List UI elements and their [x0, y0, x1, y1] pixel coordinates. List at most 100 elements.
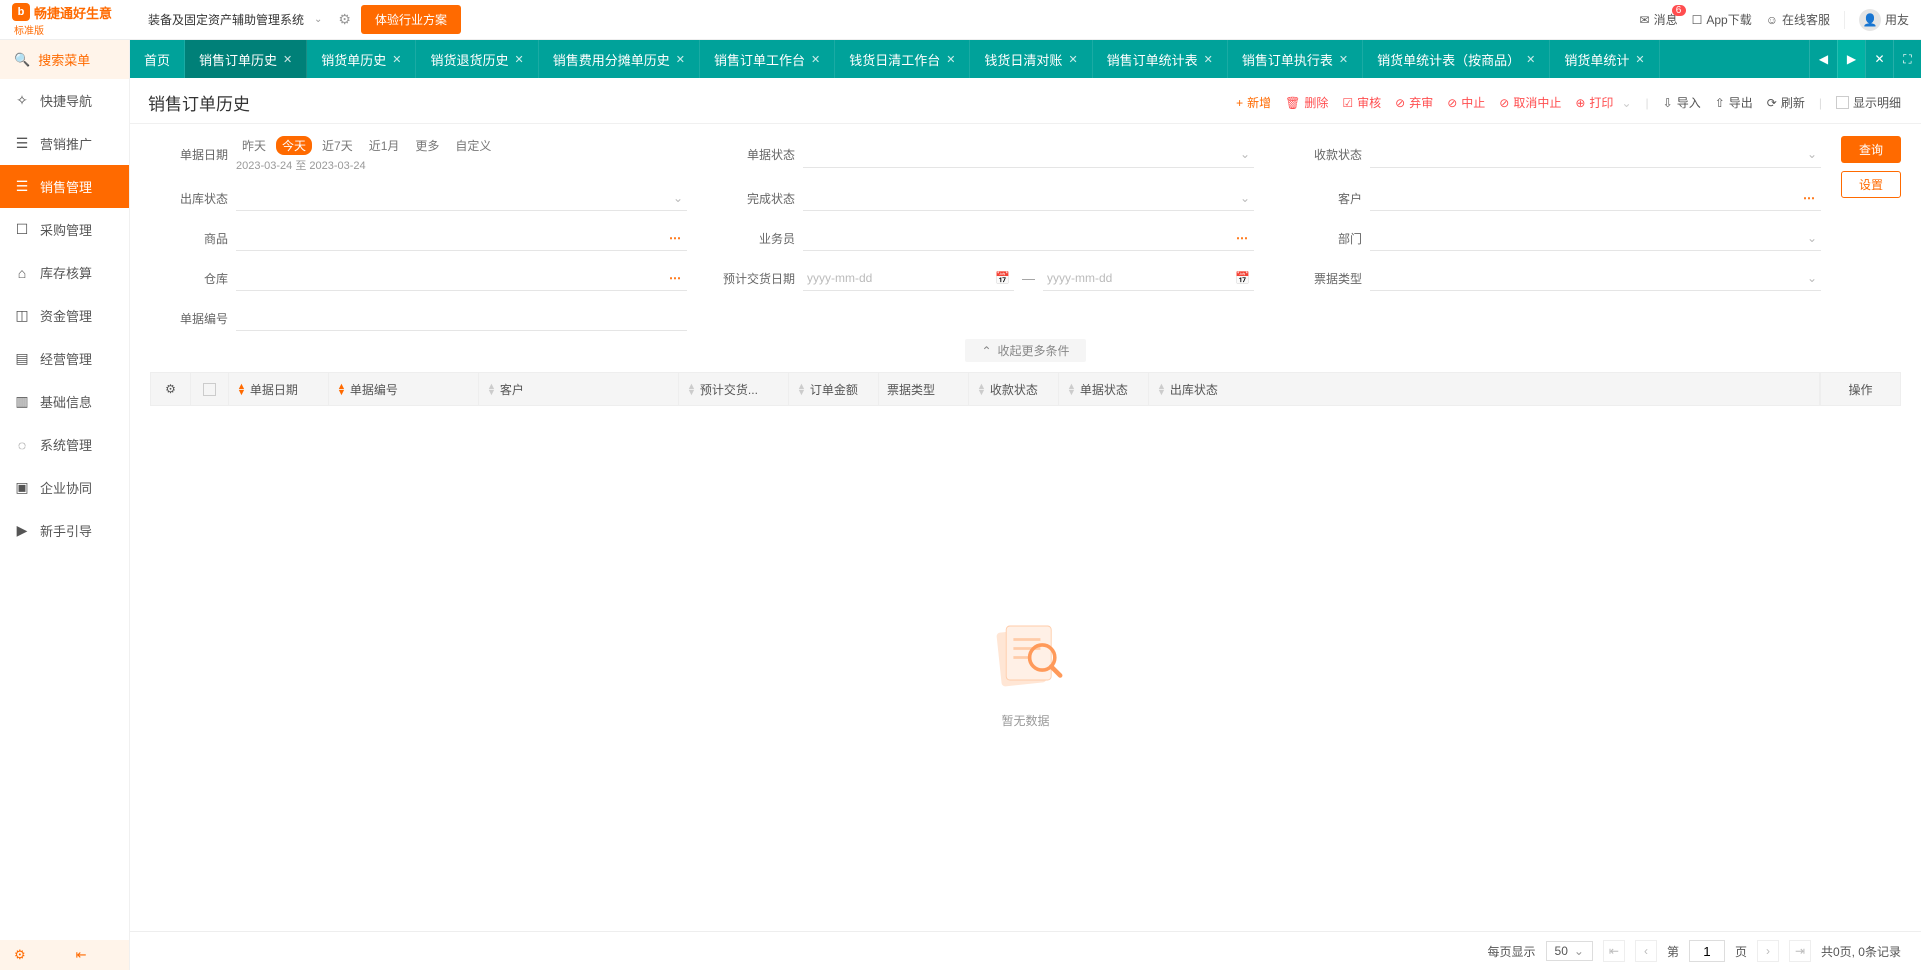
sidebar-item[interactable]: ⌂库存核算: [0, 251, 129, 294]
col-date[interactable]: ▲▼单据日期: [229, 373, 329, 405]
product-input[interactable]: ⋯: [236, 225, 687, 251]
collapse-sidebar-icon[interactable]: ⇤: [76, 947, 87, 963]
sidebar-item[interactable]: ☐采购管理: [0, 208, 129, 251]
sidebar-item[interactable]: ☰销售管理: [0, 165, 129, 208]
close-icon[interactable]: ✕: [1204, 53, 1213, 66]
page-size-select[interactable]: 50⌄: [1546, 941, 1593, 961]
col-receipt[interactable]: ▲▼收款状态: [969, 373, 1059, 405]
tab[interactable]: 销售订单执行表✕: [1228, 40, 1363, 78]
date-pill[interactable]: 近7天: [316, 136, 359, 155]
col-no[interactable]: ▲▼单据编号: [329, 373, 479, 405]
unstop-button[interactable]: ⊘取消中止: [1499, 94, 1561, 111]
close-icon[interactable]: ✕: [946, 53, 955, 66]
page-prev[interactable]: ‹: [1635, 940, 1657, 962]
department-select[interactable]: ⌄: [1370, 225, 1821, 251]
expect-date-from[interactable]: yyyy-mm-dd📅: [803, 265, 1014, 291]
col-ticket[interactable]: 票据类型: [879, 373, 969, 405]
close-icon[interactable]: ✕: [1339, 53, 1348, 66]
page-last[interactable]: ⇥: [1789, 940, 1811, 962]
messages-button[interactable]: ✉ 消息 6: [1640, 11, 1678, 28]
tabs-close-all[interactable]: ✕: [1865, 40, 1893, 78]
query-button[interactable]: 查询: [1841, 136, 1901, 163]
col-gear[interactable]: ⚙: [151, 373, 191, 405]
filter-date: 单据日期 昨天今天近7天近1月更多自定义 2023-03-24 至 2023-0…: [150, 136, 687, 173]
import-button[interactable]: ⇩导入: [1663, 94, 1701, 111]
page-input[interactable]: [1689, 940, 1725, 962]
tab[interactable]: 钱货日清工作台✕: [835, 40, 970, 78]
date-pill[interactable]: 自定义: [449, 136, 497, 155]
close-icon[interactable]: ✕: [515, 53, 524, 66]
close-icon[interactable]: ✕: [283, 53, 292, 66]
sidebar-item[interactable]: ✧快捷导航: [0, 79, 129, 122]
tabs-scroll-left[interactable]: ◀: [1809, 40, 1837, 78]
refresh-button[interactable]: ⟳刷新: [1767, 94, 1805, 111]
online-service-button[interactable]: ☺ 在线客服: [1766, 11, 1830, 28]
user-menu[interactable]: 👤 用友: [1859, 9, 1909, 31]
date-pill[interactable]: 近1月: [363, 136, 406, 155]
tab[interactable]: 销售订单工作台✕: [700, 40, 835, 78]
sidebar-search[interactable]: 🔍 搜索菜单: [0, 40, 129, 79]
salesman-input[interactable]: ⋯: [803, 225, 1254, 251]
reject-button[interactable]: ⊘弃审: [1395, 94, 1433, 111]
expect-date-to[interactable]: yyyy-mm-dd📅: [1043, 265, 1254, 291]
col-checkbox[interactable]: [191, 373, 229, 405]
setting-button[interactable]: 设置: [1841, 171, 1901, 198]
audit-button[interactable]: ☑审核: [1342, 94, 1381, 111]
close-icon[interactable]: ✕: [392, 53, 401, 66]
close-icon[interactable]: ✕: [1526, 53, 1535, 66]
experience-button[interactable]: 体验行业方案: [361, 5, 461, 34]
sidebar-item[interactable]: ☰营销推广: [0, 122, 129, 165]
out-status-select[interactable]: ⌄: [236, 185, 687, 211]
doc-no-input[interactable]: [236, 305, 687, 331]
sidebar-item[interactable]: ◫资金管理: [0, 294, 129, 337]
collapse-filters-button[interactable]: ⌃ 收起更多条件: [965, 339, 1085, 362]
tab[interactable]: 钱货日清对账✕: [970, 40, 1092, 78]
date-pill[interactable]: 更多: [409, 136, 445, 155]
tab-label: 销售订单历史: [199, 50, 277, 69]
show-detail-toggle[interactable]: 显示明细: [1836, 94, 1901, 111]
settings-icon[interactable]: ⚙: [14, 947, 26, 963]
col-doc-status[interactable]: ▲▼单据状态: [1059, 373, 1149, 405]
gear-icon[interactable]: ⚙: [338, 11, 351, 28]
close-icon[interactable]: ✕: [1068, 53, 1077, 66]
date-pill[interactable]: 昨天: [236, 136, 272, 155]
system-selector[interactable]: 装备及固定资产辅助管理系统 ⌄: [148, 11, 322, 28]
tabs-scroll-right[interactable]: ▶: [1837, 40, 1865, 78]
tab[interactable]: 销售订单历史 ✕: [185, 40, 307, 78]
page-next[interactable]: ›: [1757, 940, 1779, 962]
tab[interactable]: 销售订单统计表✕: [1093, 40, 1228, 78]
tab[interactable]: 销货单统计✕: [1550, 40, 1659, 78]
export-button[interactable]: ⇧导出: [1715, 94, 1753, 111]
ticket-type-select[interactable]: ⌄: [1370, 265, 1821, 291]
tab[interactable]: 销售费用分摊单历史✕: [539, 40, 700, 78]
sidebar-item[interactable]: ▥基础信息: [0, 380, 129, 423]
delete-button[interactable]: 🗑删除: [1285, 94, 1328, 111]
close-icon[interactable]: ✕: [811, 53, 820, 66]
col-customer[interactable]: ▲▼客户: [479, 373, 679, 405]
warehouse-input[interactable]: ⋯: [236, 265, 687, 291]
doc-status-select[interactable]: ⌄: [803, 142, 1254, 168]
close-icon[interactable]: ✕: [1635, 53, 1644, 66]
tab[interactable]: 销货单历史✕: [307, 40, 416, 78]
sidebar-item[interactable]: ▤经营管理: [0, 337, 129, 380]
customer-input[interactable]: ⋯: [1370, 185, 1821, 211]
print-button[interactable]: ⊕打印⌄: [1575, 94, 1631, 111]
sidebar-item[interactable]: ▣企业协同: [0, 466, 129, 509]
col-out[interactable]: ▲▼出库状态: [1149, 373, 1820, 405]
col-expect[interactable]: ▲▼预计交货...: [679, 373, 789, 405]
tabs-fullscreen[interactable]: ⛶: [1893, 40, 1921, 78]
sidebar-item[interactable]: ◌系统管理: [0, 423, 129, 466]
app-download-button[interactable]: ☐ App下载: [1692, 11, 1752, 28]
tab[interactable]: 首页: [130, 40, 185, 78]
tab[interactable]: 销货单统计表（按商品）✕: [1363, 40, 1550, 78]
date-pill[interactable]: 今天: [276, 136, 312, 155]
new-button[interactable]: +新增: [1236, 94, 1271, 111]
page-first[interactable]: ⇤: [1603, 940, 1625, 962]
sidebar-item[interactable]: ▶新手引导: [0, 509, 129, 552]
receipt-status-select[interactable]: ⌄: [1370, 142, 1821, 168]
col-amount[interactable]: ▲▼订单金额: [789, 373, 879, 405]
close-icon[interactable]: ✕: [676, 53, 685, 66]
finish-status-select[interactable]: ⌄: [803, 185, 1254, 211]
stop-button[interactable]: ⊘中止: [1447, 94, 1485, 111]
tab[interactable]: 销货退货历史✕: [416, 40, 538, 78]
